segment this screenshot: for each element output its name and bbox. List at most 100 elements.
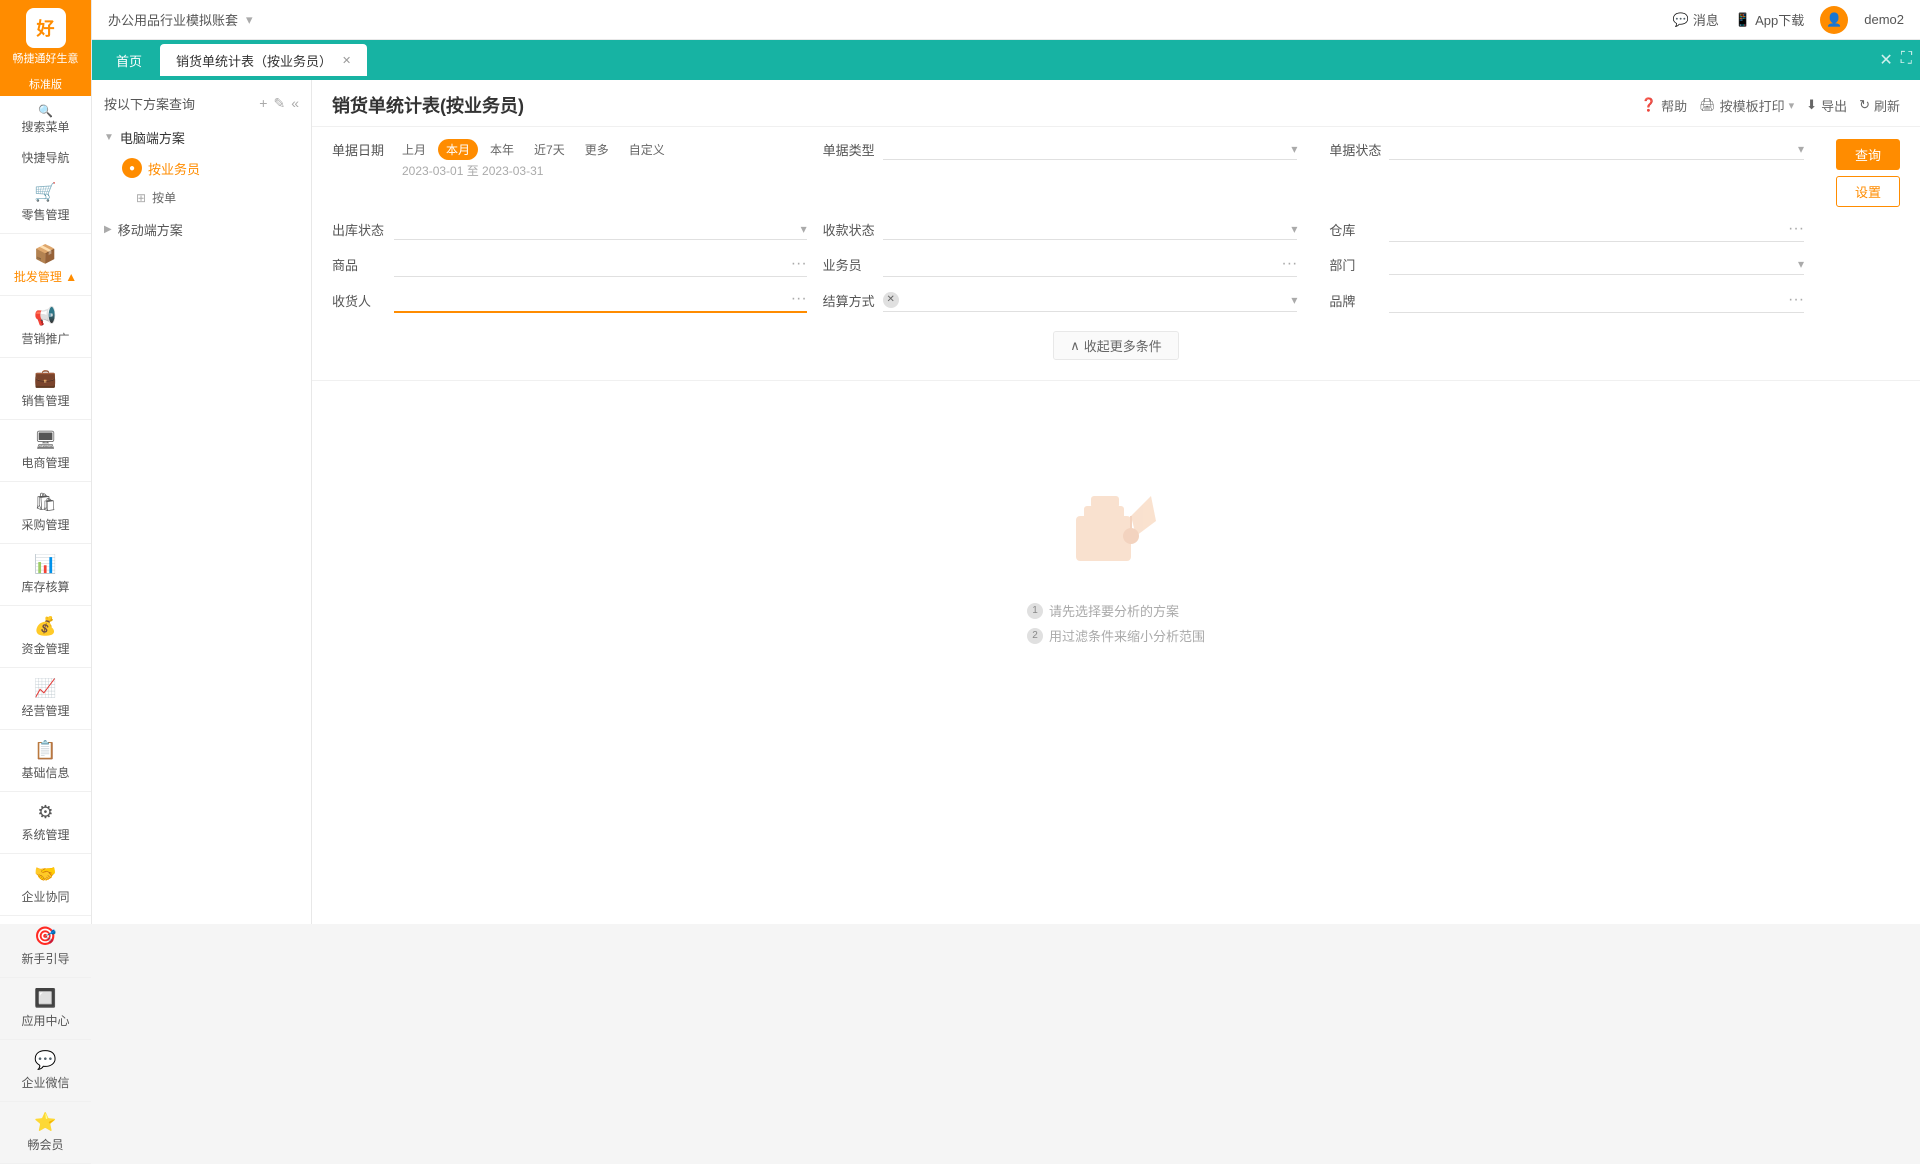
ship-status-select[interactable]: ▾	[394, 219, 807, 240]
sidebar-item-enterprise[interactable]: 🤝 企业协同	[0, 854, 91, 916]
scheme-sub-item-by-order[interactable]: ⊞ 按单	[92, 184, 311, 211]
scheme-edit-icon[interactable]: ✎	[273, 95, 285, 112]
sidebar-item-apps[interactable]: 🔲 应用中心	[0, 978, 91, 1040]
help-btn[interactable]: ❓ 帮助	[1641, 96, 1687, 115]
sidebar-item-wechat[interactable]: 💬 企业微信	[0, 1040, 91, 1102]
doc-status-select[interactable]: ▾	[1389, 139, 1804, 160]
date-options: 上月 本月 本年 近7天 更多 自定义	[394, 139, 673, 160]
receipt-status-select[interactable]: ▾	[883, 219, 1298, 240]
scheme-item-by-salesperson[interactable]: ● 按业务员	[92, 152, 311, 184]
member-label: 畅会员	[27, 1136, 63, 1153]
collapse-btn[interactable]: ∧ 收起更多条件	[1053, 331, 1179, 360]
sidebar-item-system[interactable]: ⚙ 系统管理	[0, 792, 91, 854]
sidebar-item-operations[interactable]: 📈 经营管理	[0, 668, 91, 730]
settlement-label: 结算方式	[823, 291, 883, 310]
salesperson-input[interactable]: ···	[883, 252, 1298, 277]
sidebar-item-finance[interactable]: 💰 资金管理	[0, 606, 91, 668]
sidebar-item-wholesale[interactable]: 📦 批发管理 ▲	[0, 234, 91, 296]
doc-status-chevron-icon: ▾	[1798, 142, 1804, 156]
brand-dots-icon[interactable]: ···	[1788, 291, 1804, 309]
quick-nav[interactable]: 快捷导航	[0, 143, 91, 172]
warehouse-field: 仓库 ···	[1313, 217, 1820, 242]
inventory-label: 库存核算	[21, 578, 69, 595]
brand-label: 品牌	[1329, 291, 1389, 310]
sidebar-search[interactable]: 🔍 搜索菜单	[0, 96, 91, 143]
recipient-dots-icon[interactable]: ···	[791, 290, 807, 308]
print-arrow-icon: ▾	[1789, 99, 1795, 112]
doc-status-field: 单据状态 ▾	[1313, 139, 1820, 160]
sidebar-item-marketing[interactable]: 📢 营销推广	[0, 296, 91, 358]
inventory-icon: 📊	[34, 554, 56, 575]
settlement-clear-icon[interactable]: ✕	[883, 292, 899, 308]
date-more-btn[interactable]: 更多	[577, 139, 617, 160]
wholesale-label: 批发管理 ▲	[14, 268, 77, 285]
dropdown-arrow[interactable]: ▾	[246, 12, 253, 28]
settlement-chevron-icon: ▾	[1291, 293, 1297, 307]
dept-label: 部门	[1329, 255, 1389, 274]
recipient-field: 收货人 ···	[332, 287, 807, 313]
date-label: 单据日期	[332, 140, 394, 159]
desktop-scheme-title[interactable]: ▼ 电脑端方案	[92, 123, 311, 152]
sidebar-item-retail[interactable]: 🛒 零售管理	[0, 172, 91, 234]
recipient-input[interactable]: ···	[394, 287, 807, 313]
settlement-field: 结算方式 ✕ ▾	[807, 289, 1314, 312]
settlement-select[interactable]: ✕ ▾	[883, 289, 1298, 312]
user-avatar[interactable]: 👤	[1820, 6, 1848, 34]
sidebar-item-purchase[interactable]: 🛍 采购管理	[0, 482, 91, 544]
sidebar-item-ecommerce[interactable]: 🖥 电商管理	[0, 420, 91, 482]
tab-close-all-icon[interactable]: ✕	[1879, 50, 1892, 70]
export-label: 导出	[1821, 96, 1847, 115]
tabbar-actions: ✕ ⛶	[1879, 50, 1912, 70]
tip-2-num: 2	[1027, 628, 1043, 644]
sidebar-item-newbie[interactable]: 🎯 新手引导	[0, 916, 91, 978]
ship-status-label: 出库状态	[332, 220, 394, 239]
filter-form: 单据日期 上月 本月 本年 近7天 更多 自定义 2023-03-01 至 20…	[312, 127, 1920, 381]
doc-type-select[interactable]: ▾	[883, 139, 1298, 160]
mobile-scheme-section[interactable]: ▶ 移动端方案	[92, 215, 311, 244]
tab-home[interactable]: 首页	[100, 44, 158, 76]
scheme-panel-icons: + ✎ «	[259, 95, 299, 112]
setting-button[interactable]: 设置	[1836, 176, 1900, 207]
tab-close-icon[interactable]: ✕	[342, 54, 351, 67]
sidebar-item-member[interactable]: ⭐ 畅会员	[0, 1102, 91, 1164]
app-logo[interactable]: 好 畅捷通好生意	[0, 0, 91, 74]
date-custom-btn[interactable]: 自定义	[621, 139, 673, 160]
doc-status-label: 单据状态	[1329, 140, 1389, 159]
recipient-text-input[interactable]	[394, 292, 791, 307]
sidebar-item-sales[interactable]: 💼 销售管理	[0, 358, 91, 420]
salesperson-dots-icon[interactable]: ···	[1281, 255, 1297, 273]
tab-expand-icon[interactable]: ⛶	[1901, 50, 1912, 70]
purchase-label: 采购管理	[21, 516, 69, 533]
brand-input[interactable]: ···	[1389, 288, 1804, 313]
goods-dots-icon[interactable]: ···	[791, 255, 807, 273]
message-btn[interactable]: 💬 消息	[1673, 10, 1719, 29]
logo-icon: 好	[26, 8, 66, 48]
export-btn[interactable]: ⬇ 导出	[1806, 96, 1847, 115]
sidebar-item-basic[interactable]: 📋 基础信息	[0, 730, 91, 792]
date-last-month-btn[interactable]: 上月	[394, 139, 434, 160]
date-this-year-btn[interactable]: 本年	[482, 139, 522, 160]
scheme-add-icon[interactable]: +	[259, 95, 267, 112]
date-last7-btn[interactable]: 近7天	[526, 139, 573, 160]
query-button[interactable]: 查询	[1836, 139, 1900, 170]
user-name[interactable]: demo2	[1864, 12, 1904, 27]
page-title: 销货单统计表(按业务员)	[332, 92, 524, 118]
refresh-btn[interactable]: ↻ 刷新	[1859, 96, 1900, 115]
main-area: 办公用品行业模拟账套 ▾ 💬 消息 📱 App下载 👤 demo2 首页 销货单…	[92, 0, 1920, 924]
warehouse-input[interactable]: ···	[1389, 217, 1804, 242]
tab-sales-stat[interactable]: 销货单统计表（按业务员） ✕	[160, 44, 367, 76]
desktop-scheme-section: ▼ 电脑端方案 ● 按业务员 ⊞ 按单	[92, 119, 311, 215]
dept-select[interactable]: ▾	[1389, 254, 1804, 275]
tip-1-text: 请先选择要分析的方案	[1049, 601, 1179, 620]
goods-input[interactable]: ···	[394, 252, 807, 277]
wholesale-icon: 📦	[34, 244, 56, 265]
scheme-collapse-icon[interactable]: «	[291, 95, 299, 112]
tip-2: 2 用过滤条件来缩小分析范围	[1027, 626, 1205, 645]
receipt-status-chevron-icon: ▾	[1291, 222, 1297, 236]
sidebar-item-inventory[interactable]: 📊 库存核算	[0, 544, 91, 606]
warehouse-dots-icon[interactable]: ···	[1788, 220, 1804, 238]
warehouse-label: 仓库	[1329, 220, 1389, 239]
print-btn[interactable]: 🖨 按模板打印 ▾	[1699, 96, 1794, 115]
date-this-month-btn[interactable]: 本月	[438, 139, 478, 160]
app-download-btn[interactable]: 📱 App下载	[1735, 10, 1804, 29]
